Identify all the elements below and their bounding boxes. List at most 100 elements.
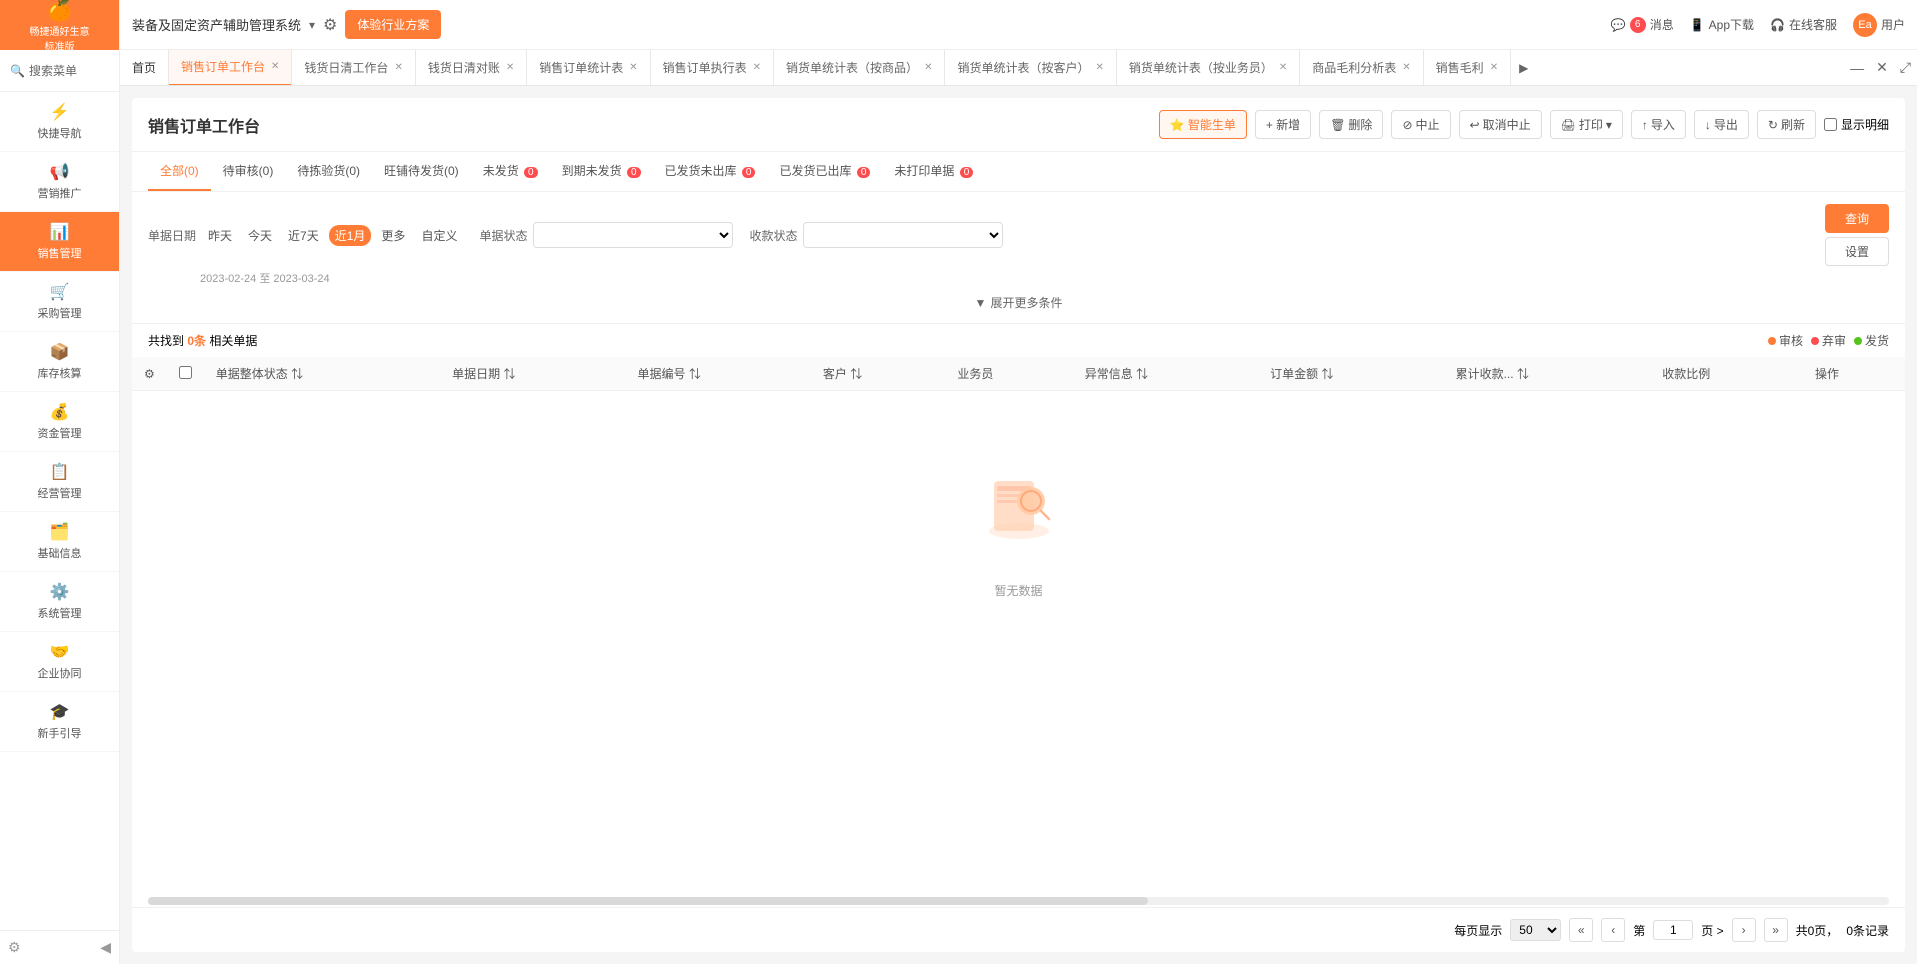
tab-expand-btn[interactable]: ⤢ [1894, 59, 1917, 76]
sidebar-item-sales[interactable]: 📊 销售管理 [0, 212, 119, 272]
tab-sales-exec[interactable]: 销售订单执行表 ✕ [651, 50, 774, 86]
query-btn[interactable]: 查询 [1825, 204, 1889, 233]
tab-sales-workbench-close[interactable]: ✕ [271, 61, 279, 72]
sidebar-item-capital[interactable]: 💰 资金管理 [0, 392, 119, 452]
horizontal-scrollbar[interactable] [132, 895, 1905, 907]
date-btn-1month[interactable]: 近1月 [329, 225, 372, 246]
tab-sales-exec-close[interactable]: ✕ [753, 62, 761, 73]
col-amount[interactable]: 订单金额 ⇅ [1258, 357, 1443, 391]
date-btn-today[interactable]: 今天 [242, 225, 278, 246]
sidebar-item-basic[interactable]: 🗂️ 基础信息 [0, 512, 119, 572]
col-received[interactable]: 累计收款... ⇅ [1444, 357, 1651, 391]
collapse-btn[interactable]: ◀ [100, 939, 111, 956]
select-all-checkbox[interactable] [179, 366, 192, 379]
refresh-btn[interactable]: ↻ 刷新 [1757, 110, 1816, 139]
show-detail-label[interactable]: 显示明细 [1824, 116, 1889, 133]
tab-minimize-btn[interactable]: — [1844, 60, 1870, 76]
export-btn[interactable]: ↓ 导出 [1694, 110, 1749, 139]
col-customer[interactable]: 客户 ⇅ [811, 357, 945, 391]
tab-gross-profit[interactable]: 商品毛利分析表 ✕ [1300, 50, 1423, 86]
tab-sales-customer[interactable]: 销货单统计表（按客户） ✕ [945, 50, 1116, 86]
online-service-btn[interactable]: 🎧 在线客服 [1770, 16, 1837, 33]
user-btn[interactable]: Ea 用户 [1853, 13, 1905, 37]
search-menu-btn[interactable]: 🔍 搜索菜单 [6, 58, 113, 83]
industry-btn[interactable]: 体验行业方案 [345, 10, 441, 39]
page-size-select[interactable]: 50 10 20 100 [1510, 919, 1561, 941]
sidebar-item-operation[interactable]: 📋 经营管理 [0, 452, 119, 512]
import-btn[interactable]: ↑ 导入 [1631, 110, 1686, 139]
date-btn-7days[interactable]: 近7天 [282, 225, 325, 246]
smart-btn[interactable]: ⭐ 智能生单 [1159, 110, 1247, 139]
tab-sales-profit-close[interactable]: ✕ [1490, 62, 1498, 73]
sub-tab-no-print[interactable]: 未打印单据 0 [882, 152, 985, 191]
app-download-btn[interactable]: 📱 App下载 [1690, 16, 1754, 33]
tab-sales-workbench[interactable]: 销售订单工作台 ✕ [169, 50, 292, 86]
tab-sales-stat[interactable]: 销售订单统计表 ✕ [527, 50, 650, 86]
sub-tab-pending-audit[interactable]: 待审核(0) [211, 152, 286, 191]
col-staff[interactable]: 业务员 [945, 357, 1072, 391]
show-detail-checkbox[interactable] [1824, 118, 1837, 131]
status-select[interactable] [533, 222, 733, 248]
tab-sales-prod[interactable]: 销货单统计表（按商品） ✕ [774, 50, 945, 86]
date-btn-yesterday[interactable]: 昨天 [202, 225, 238, 246]
cancel-stop-btn[interactable]: ↩ 取消中止 [1459, 110, 1542, 139]
next-page-btn[interactable]: › [1732, 918, 1756, 942]
tab-more-btn[interactable]: ▶ [1511, 61, 1536, 75]
col-date[interactable]: 单据日期 ⇅ [440, 357, 625, 391]
sidebar-item-guide[interactable]: 🎓 新手引导 [0, 692, 119, 752]
sidebar-item-corp[interactable]: 🤝 企业协同 [0, 632, 119, 692]
tab-gross-profit-close[interactable]: ✕ [1402, 62, 1410, 73]
sub-tab-pending-check[interactable]: 待拣验货(0) [285, 152, 372, 191]
prev-page-btn[interactable]: ‹ [1601, 918, 1625, 942]
col-settings[interactable]: ⚙ [132, 357, 167, 391]
system-dropdown-btn[interactable]: ▾ [309, 18, 315, 32]
table-scroll-area[interactable]: ⚙ 单据整体状态 ⇅ 单据日期 ⇅ [132, 357, 1905, 895]
payment-select[interactable] [803, 222, 1003, 248]
tab-sales-customer-close[interactable]: ✕ [1095, 62, 1103, 73]
sub-tab-no-ship[interactable]: 未发货 0 [471, 152, 550, 191]
tab-cash-reconcile-close[interactable]: ✕ [506, 62, 514, 73]
message-btn[interactable]: 💬 6 消息 [1611, 16, 1674, 33]
delete-btn[interactable]: 🗑 删除 [1319, 110, 1383, 139]
sidebar-item-inventory[interactable]: 📦 库存核算 [0, 332, 119, 392]
reject-action-btn[interactable]: 弃审 [1811, 332, 1846, 349]
print-btn[interactable]: 🖨 打印 ▾ [1550, 110, 1623, 139]
sidebar-item-system[interactable]: ⚙️ 系统管理 [0, 572, 119, 632]
sidebar-item-marketing[interactable]: 📢 营销推广 [0, 152, 119, 212]
header-settings-btn[interactable]: ⚙ [323, 15, 337, 35]
sidebar-item-quick-nav[interactable]: ⚡ 快捷导航 [0, 92, 119, 152]
stop-btn[interactable]: ⊘ 中止 [1391, 110, 1450, 139]
tab-sales-prod-close[interactable]: ✕ [924, 62, 932, 73]
tab-close-all-btn[interactable]: ✕ [1870, 59, 1894, 76]
scrollbar-thumb[interactable] [148, 897, 1148, 905]
sub-tab-all[interactable]: 全部(0) [148, 152, 211, 191]
expand-conditions-btn[interactable]: ▼ 展开更多条件 [975, 294, 1063, 311]
page-input[interactable] [1653, 920, 1693, 940]
tab-cash-reconcile[interactable]: 钱货日清对账 ✕ [416, 50, 527, 86]
tab-sales-staff[interactable]: 销货单统计表（按业务员） ✕ [1117, 50, 1300, 86]
tab-sales-staff-close[interactable]: ✕ [1279, 62, 1287, 73]
first-page-btn[interactable]: « [1569, 918, 1593, 942]
tab-cash-daily[interactable]: 钱货日清工作台 ✕ [292, 50, 415, 86]
date-btn-custom[interactable]: 自定义 [415, 225, 463, 246]
tab-home[interactable]: 首页 [120, 50, 169, 86]
sidebar-item-purchase[interactable]: 🛒 采购管理 [0, 272, 119, 332]
last-page-btn[interactable]: » [1764, 918, 1788, 942]
tab-sales-stat-close[interactable]: ✕ [629, 62, 637, 73]
tab-sales-profit[interactable]: 销售毛利 ✕ [1424, 50, 1511, 86]
col-abnormal[interactable]: 异常信息 ⇅ [1073, 357, 1258, 391]
settings-gear-btn[interactable]: ⚙ [8, 939, 21, 956]
col-status[interactable]: 单据整体状态 ⇅ [204, 357, 440, 391]
col-checkbox[interactable] [167, 357, 204, 391]
sub-tab-wangpu[interactable]: 旺铺待发货(0) [372, 152, 471, 191]
set-btn[interactable]: 设置 [1825, 237, 1889, 266]
tab-cash-daily-close[interactable]: ✕ [394, 62, 402, 73]
sub-tab-shipped-out[interactable]: 已发货已出库 0 [767, 152, 882, 191]
new-btn[interactable]: + 新增 [1255, 110, 1311, 139]
sub-tab-expired-ship[interactable]: 到期未发货 0 [550, 152, 653, 191]
col-number[interactable]: 单据编号 ⇅ [626, 357, 811, 391]
ship-action-btn[interactable]: 发货 [1854, 332, 1889, 349]
audit-action-btn[interactable]: 审核 [1768, 332, 1803, 349]
sub-tab-shipped-no-out[interactable]: 已发货未出库 0 [653, 152, 768, 191]
date-btn-more[interactable]: 更多 [375, 225, 411, 246]
